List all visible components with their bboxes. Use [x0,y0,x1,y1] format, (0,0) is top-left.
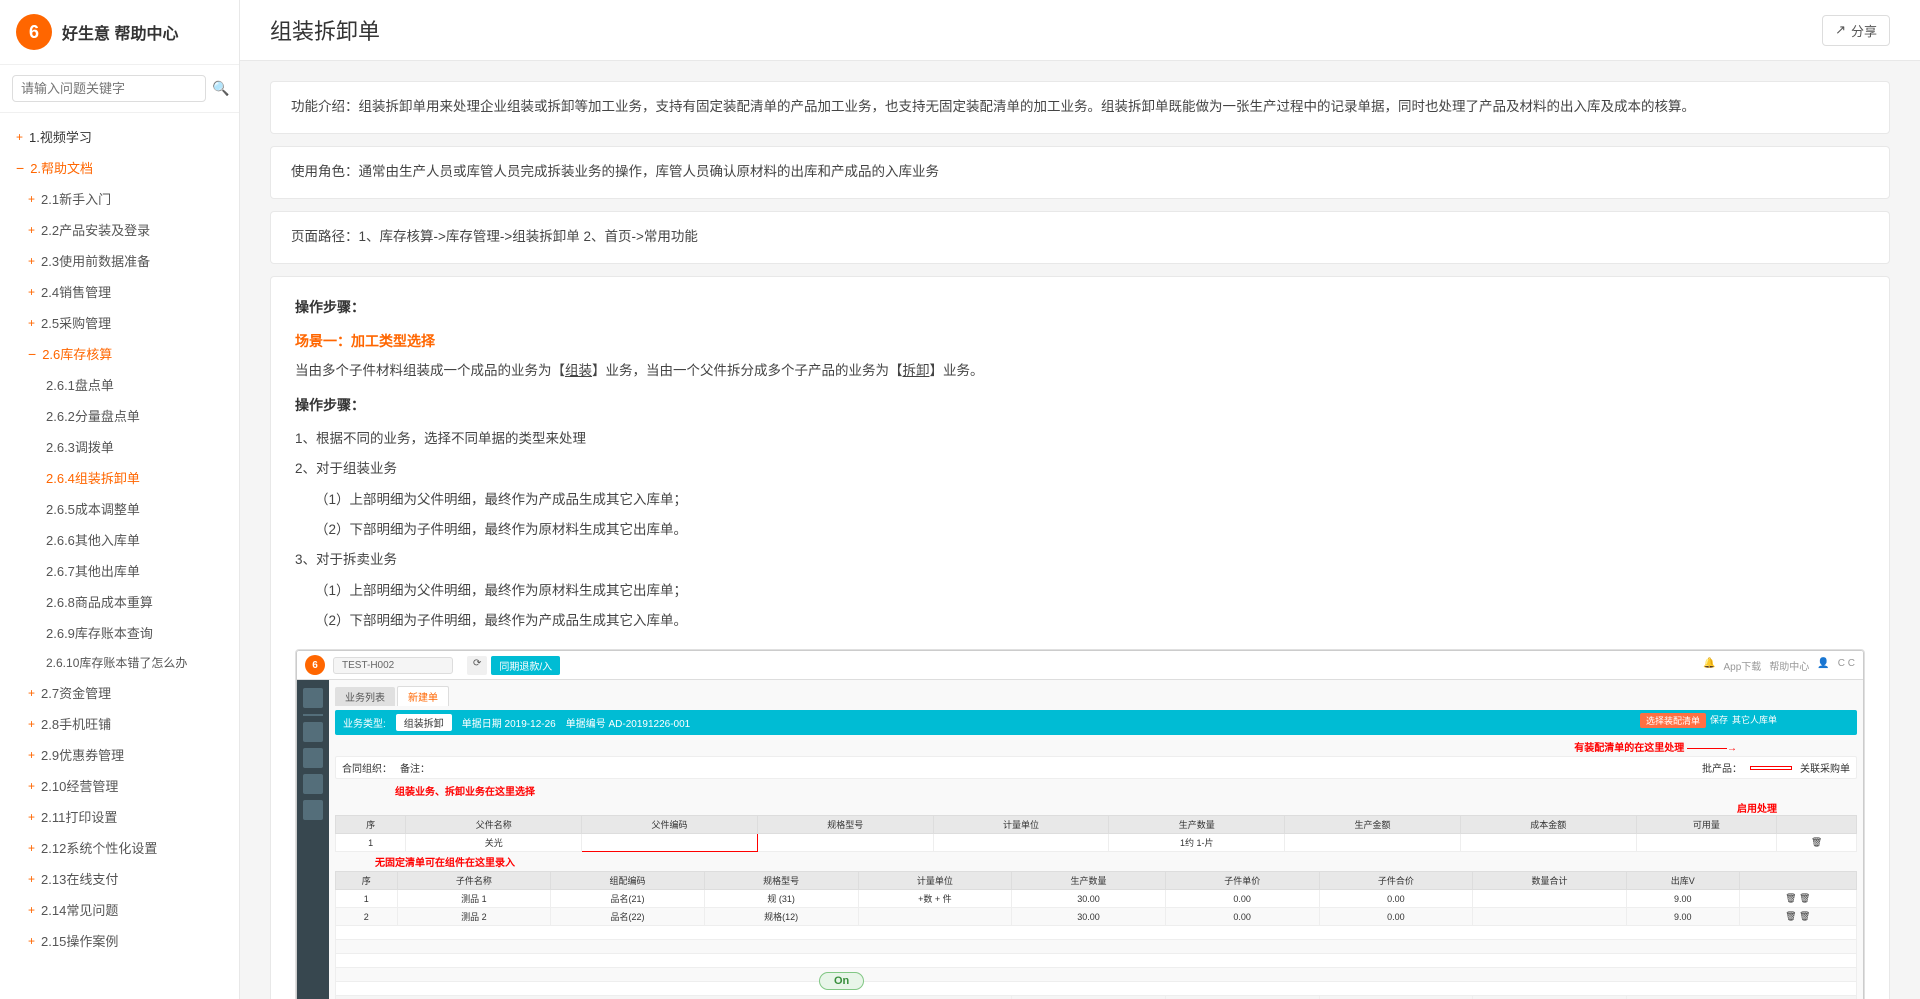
sim-form-header: 业务类型: 组装拆卸 单据日期 2019-12-26 单据编号 AD-20191… [335,710,1857,735]
sim-left-sidebar [297,680,329,999]
step-3-2: （2）下部明细为子件明细，最终作为产成品生成其它入库单。 [295,609,1865,633]
nav-tree: + 1.视频学习 − 2.帮助文档 + 2.1新手入门 + 2.2产品安装及登录… [0,113,239,999]
sim-content: 业务列表 新建单 业务类型: 组装拆卸 单据日期 2019-12-26 单据编号… [329,680,1863,999]
search-input[interactable] [12,75,206,102]
sidebar-item-stocktake[interactable]: 2.6.1盘点单 [16,369,239,400]
content-section: 操作步骤： 场景一：加工类型选择 当由多个子件材料组装成一个成品的业务为【组装】… [270,276,1890,999]
sidebar-item-outbound[interactable]: 2.6.7其他出库单 [16,555,239,586]
step-2: 2、对于组装业务 [295,457,1865,481]
sim-icon4 [303,774,323,794]
sim-tab-new: 新建单 [397,686,449,706]
sidebar-item-faq[interactable]: + 2.14常见问题 [0,894,239,925]
steps-title: 操作步骤： [295,395,1865,415]
sidebar-item-error[interactable]: 2.6.10库存账本错了怎么办 [16,648,239,677]
sim-logo-icon: 6 [305,655,325,675]
sidebar-item-beginner[interactable]: + 2.1新手入门 [0,183,239,214]
search-icon[interactable]: 🔍 [212,80,229,97]
sim-sub-form-row: 合同组织： 备注： 批产品： 关联采购单 [335,756,1857,779]
sidebar-item-finance[interactable]: + 2.7资金管理 [0,677,239,708]
sidebar-item-adjust[interactable]: 2.6.3调拨单 [16,431,239,462]
sidebar-item-assembly[interactable]: 2.6.4组装拆卸单 [16,462,239,493]
sim-child-table: 序 子件名称 组配编码 规格型号 计量单位 生产数量 子件单价 子件合价 数量合 [335,871,1857,999]
sidebar-item-portion[interactable]: 2.6.2分量盘点单 [16,400,239,431]
share-icon: ↗ [1835,22,1846,38]
sim-icon2 [303,722,323,742]
sidebar-item-cost[interactable]: 2.6.5成本调整单 [16,493,239,524]
sim-parent-table: 序 父件名称 父件编码 规格型号 计量单位 生产数量 生产金额 成本金额 可用量 [335,815,1857,852]
main-content: 功能介绍：组装拆卸单用来处理企业组装或拆卸等加工业务，支持有固定装配清单的产品加… [240,61,1920,999]
sidebar-item-inbound[interactable]: 2.6.6其他入库单 [16,524,239,555]
sim-new-btn: 同期退款/入 [491,656,560,675]
sim-body: 业务列表 新建单 业务类型: 组装拆卸 单据日期 2019-12-26 单据编号… [297,680,1863,999]
sidebar-item-query[interactable]: 2.6.9库存账本查询 [16,617,239,648]
sidebar-item-sales[interactable]: + 2.4销售管理 [0,276,239,307]
sim-product-field [1750,766,1792,770]
annotation-label-4: 启用处理 [1737,800,1777,815]
sim-annotation-area1: 有装配清单的在这里处理 ————→ [335,739,1857,754]
step-3-1: （1）上部明细为父件明细，最终作为原材料生成其它出库单； [295,579,1865,603]
sidebar-item-video[interactable]: + 1.视频学习 [0,121,239,152]
sidebar-item-coupon[interactable]: + 2.9优惠券管理 [0,739,239,770]
sim-biz-type: 组装拆卸 [396,714,452,731]
inventory-sub: 2.6.1盘点单 2.6.2分量盘点单 2.6.3调拨单 2.6.4组装拆卸单 … [0,369,239,677]
sim-icon3 [303,748,323,768]
intro-text: 功能介绍：组装拆卸单用来处理企业组装或拆卸等加工业务，支持有固定装配清单的产品加… [291,96,1869,119]
logo-area: 6 好生意 帮助中心 [0,0,239,65]
sidebar-item-mobile[interactable]: + 2.8手机旺铺 [0,708,239,739]
sidebar-item-purchase[interactable]: + 2.5采购管理 [0,307,239,338]
screenshot-container: 6 TEST-H002 ⟳ 同期退款/入 🔔App下载帮助中心👤C C [295,649,1865,999]
scene1-desc: 当由多个子件材料组装成一个成品的业务为【组装】业务，当由一个父件拆分成多个子产品… [295,359,1865,383]
step-2-1: （1）上部明细为父件明细，最终作为产成品生成其它入库单； [295,488,1865,512]
step-2-2: （2）下部明细为子件明细，最终作为原材料生成其它出库单。 [295,518,1865,542]
path-text: 页面路径：1、库存核算->库存管理->组装拆卸单 2、首页->常用功能 [291,226,1869,249]
sim-right-icons: 🔔App下载帮助中心👤C C [1703,658,1855,673]
path-block: 页面路径：1、库存核算->库存管理->组装拆卸单 2、首页->常用功能 [270,211,1890,264]
prefix-icon: + [16,130,23,144]
simulated-screenshot: 6 TEST-H002 ⟳ 同期退款/入 🔔App下载帮助中心👤C C [296,650,1864,999]
sim-tab-row: 业务列表 新建单 [335,686,1857,706]
main-header: 组装拆卸单 ↗ 分享 [240,0,1920,61]
annotation-label-1: 有装配清单的在这里处理 ————→ [335,739,1857,754]
ops-title: 操作步骤： [295,297,1865,317]
prefix-icon: − [16,160,24,176]
sim-form-right-btns: 选择装配清单 保存 其它人库单 [1640,713,1777,728]
app-title: 好生意 帮助中心 [62,20,178,44]
role-text: 使用角色：通常由生产人员或库管人员完成拆装业务的操作，库管人员确认原材料的出库和… [291,161,1869,184]
step-1: 1、根据不同的业务，选择不同单据的类型来处理 [295,427,1865,451]
sidebar-item-inventory[interactable]: − 2.6库存核算 [0,338,239,369]
share-button[interactable]: ↗ 分享 [1822,15,1890,46]
search-box: 🔍 [0,65,239,113]
main-area: 组装拆卸单 ↗ 分享 功能介绍：组装拆卸单用来处理企业组装或拆卸等加工业务，支持… [240,0,1920,999]
page-title: 组装拆卸单 [270,14,380,46]
sidebar-item-payment[interactable]: + 2.13在线支付 [0,863,239,894]
sidebar-item-cases[interactable]: + 2.15操作案例 [0,925,239,956]
annotation-label-5: 无固定清单可在组件在这里录入 [375,854,1857,869]
sidebar-item-ops[interactable]: + 2.10经营管理 [0,770,239,801]
sidebar-item-docs[interactable]: − 2.帮助文档 [0,152,239,183]
sidebar-item-print[interactable]: + 2.11打印设置 [0,801,239,832]
sim-parent-code-field [582,834,758,852]
sidebar-item-data[interactable]: + 2.3使用前数据准备 [0,245,239,276]
docs-sub-tree: + 2.1新手入门 + 2.2产品安装及登录 + 2.3使用前数据准备 + 2.… [0,183,239,956]
annotation-area4: 启用处理 [335,800,1857,815]
annotation-label-3: 组装业务、拆卸业务在这里选择 [335,783,1857,798]
on-toggle: On [819,972,864,990]
app-logo-icon: 6 [16,14,52,50]
sim-tab-list: 业务列表 [335,687,395,706]
sim-nav-area: ⟳ 同期退款/入 [467,656,560,675]
sidebar-item-recalc[interactable]: 2.6.8商品成本重算 [16,586,239,617]
sim-icon1 [303,688,323,708]
sidebar-item-custom[interactable]: + 2.12系统个性化设置 [0,832,239,863]
scene1-title: 场景一：加工类型选择 [295,331,1865,351]
sidebar: 6 好生意 帮助中心 🔍 + 1.视频学习 − 2.帮助文档 + 2.1新手入门… [0,0,240,999]
sidebar-item-install[interactable]: + 2.2产品安装及登录 [0,214,239,245]
role-block: 使用角色：通常由生产人员或库管人员完成拆装业务的操作，库管人员确认原材料的出库和… [270,146,1890,199]
sim-url-bar: TEST-H002 [333,657,453,674]
step-3: 3、对于拆卖业务 [295,548,1865,572]
sim-refresh-area: ⟳ [467,656,487,675]
sim-icon5 [303,800,323,820]
sim-topbar: 6 TEST-H002 ⟳ 同期退款/入 🔔App下载帮助中心👤C C [297,651,1863,680]
intro-block: 功能介绍：组装拆卸单用来处理企业组装或拆卸等加工业务，支持有固定装配清单的产品加… [270,81,1890,134]
